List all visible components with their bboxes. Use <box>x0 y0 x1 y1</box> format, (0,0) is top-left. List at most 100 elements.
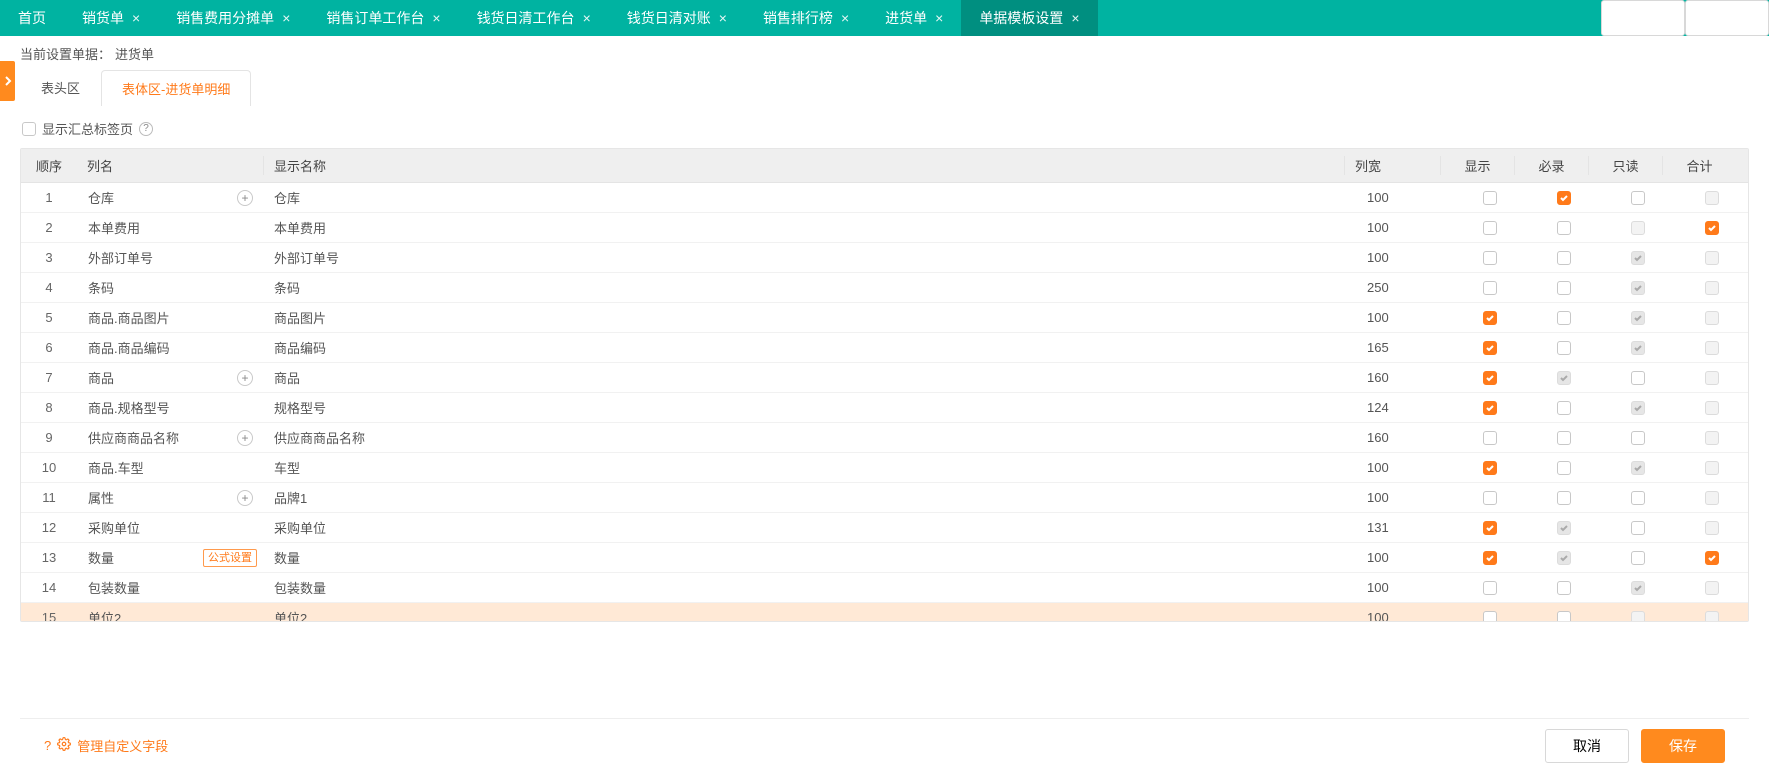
table-row[interactable]: 12采购单位采购单位131 <box>21 513 1748 543</box>
table-row[interactable]: 10商品.车型车型100 <box>21 453 1748 483</box>
cell-width[interactable]: 100 <box>1356 610 1452 621</box>
cell-width[interactable]: 100 <box>1356 220 1452 235</box>
top-tab[interactable]: 销售费用分摊单× <box>158 0 308 36</box>
cell-width[interactable]: 100 <box>1356 580 1452 595</box>
close-all-button[interactable] <box>1601 0 1685 36</box>
top-tab[interactable]: 进货单× <box>867 0 961 36</box>
readonly-checkbox[interactable] <box>1631 431 1645 445</box>
required-checkbox[interactable] <box>1557 281 1571 295</box>
top-tab[interactable]: 销售订单工作台× <box>308 0 458 36</box>
add-icon[interactable]: + <box>237 190 253 206</box>
cell-display-name[interactable]: 商品 <box>263 368 1356 387</box>
show-checkbox[interactable] <box>1483 251 1497 265</box>
cell-width[interactable]: 131 <box>1356 520 1452 535</box>
top-tab[interactable]: 销售排行榜× <box>745 0 867 36</box>
close-icon[interactable]: × <box>935 11 943 25</box>
summary-checkbox[interactable] <box>22 122 36 136</box>
table-body[interactable]: 1仓库+仓库1002本单费用本单费用1003外部订单号外部订单号1004条码条码… <box>21 183 1748 621</box>
close-icon[interactable]: × <box>841 11 849 25</box>
close-icon[interactable]: × <box>132 11 140 25</box>
save-button[interactable]: 保存 <box>1641 729 1725 763</box>
expand-handle[interactable] <box>0 61 15 101</box>
formula-settings-tag[interactable]: 公式设置 <box>203 549 257 567</box>
top-tab[interactable]: 单据模板设置× <box>961 0 1097 36</box>
total-checkbox[interactable] <box>1705 221 1719 235</box>
required-checkbox[interactable] <box>1557 311 1571 325</box>
add-icon[interactable]: + <box>237 430 253 446</box>
cell-display-name[interactable]: 车型 <box>263 458 1356 477</box>
show-checkbox[interactable] <box>1483 611 1497 621</box>
cell-display-name[interactable]: 单位2 <box>263 608 1356 621</box>
required-checkbox[interactable] <box>1557 581 1571 595</box>
cell-width[interactable]: 100 <box>1356 190 1452 205</box>
cell-width[interactable]: 124 <box>1356 400 1452 415</box>
show-checkbox[interactable] <box>1483 401 1497 415</box>
cell-width[interactable]: 160 <box>1356 430 1452 445</box>
required-checkbox[interactable] <box>1557 461 1571 475</box>
readonly-checkbox[interactable] <box>1631 521 1645 535</box>
help-icon[interactable]: ? <box>139 122 153 136</box>
readonly-checkbox[interactable] <box>1631 191 1645 205</box>
show-checkbox[interactable] <box>1483 581 1497 595</box>
total-checkbox[interactable] <box>1705 551 1719 565</box>
cell-display-name[interactable]: 包装数量 <box>263 578 1356 597</box>
table-row[interactable]: 5商品.商品图片商品图片100 <box>21 303 1748 333</box>
table-row[interactable]: 8商品.规格型号规格型号124 <box>21 393 1748 423</box>
cell-display-name[interactable]: 本单费用 <box>263 218 1356 237</box>
required-checkbox[interactable] <box>1557 251 1571 265</box>
cell-width[interactable]: 100 <box>1356 490 1452 505</box>
readonly-checkbox[interactable] <box>1631 551 1645 565</box>
show-checkbox[interactable] <box>1483 521 1497 535</box>
cell-display-name[interactable]: 商品编码 <box>263 338 1356 357</box>
cell-width[interactable]: 100 <box>1356 250 1452 265</box>
close-icon[interactable]: × <box>1071 11 1079 25</box>
cell-display-name[interactable]: 条码 <box>263 278 1356 297</box>
cell-width[interactable]: 100 <box>1356 550 1452 565</box>
cell-display-name[interactable]: 仓库 <box>263 188 1356 207</box>
required-checkbox[interactable] <box>1557 611 1571 621</box>
manage-custom-fields-link[interactable]: ? 管理自定义字段 <box>44 736 168 755</box>
show-checkbox[interactable] <box>1483 191 1497 205</box>
cancel-button[interactable]: 取消 <box>1545 729 1629 763</box>
cell-display-name[interactable]: 供应商商品名称 <box>263 428 1356 447</box>
cell-display-name[interactable]: 商品图片 <box>263 308 1356 327</box>
cell-width[interactable]: 250 <box>1356 280 1452 295</box>
table-row[interactable]: 1仓库+仓库100 <box>21 183 1748 213</box>
close-icon[interactable]: × <box>583 11 591 25</box>
close-icon[interactable]: × <box>282 11 290 25</box>
readonly-checkbox[interactable] <box>1631 371 1645 385</box>
top-tab[interactable]: 销货单× <box>64 0 158 36</box>
cell-display-name[interactable]: 规格型号 <box>263 398 1356 417</box>
table-row[interactable]: 2本单费用本单费用100 <box>21 213 1748 243</box>
show-checkbox[interactable] <box>1483 461 1497 475</box>
required-checkbox[interactable] <box>1557 191 1571 205</box>
required-checkbox[interactable] <box>1557 491 1571 505</box>
inner-tab[interactable]: 表体区-进货单明细 <box>101 70 251 106</box>
show-checkbox[interactable] <box>1483 491 1497 505</box>
show-checkbox[interactable] <box>1483 281 1497 295</box>
add-icon[interactable]: + <box>237 370 253 386</box>
required-checkbox[interactable] <box>1557 221 1571 235</box>
required-checkbox[interactable] <box>1557 341 1571 355</box>
table-row[interactable]: 6商品.商品编码商品编码165 <box>21 333 1748 363</box>
show-checkbox[interactable] <box>1483 221 1497 235</box>
cell-display-name[interactable]: 采购单位 <box>263 518 1356 537</box>
top-tab[interactable]: 钱货日清对账× <box>609 0 745 36</box>
cell-display-name[interactable]: 外部订单号 <box>263 248 1356 267</box>
required-checkbox[interactable] <box>1557 401 1571 415</box>
show-checkbox[interactable] <box>1483 551 1497 565</box>
readonly-checkbox[interactable] <box>1631 491 1645 505</box>
required-checkbox[interactable] <box>1557 431 1571 445</box>
cell-width[interactable]: 160 <box>1356 370 1452 385</box>
table-row[interactable]: 3外部订单号外部订单号100 <box>21 243 1748 273</box>
inner-tab[interactable]: 表头区 <box>20 69 101 105</box>
table-row[interactable]: 4条码条码250 <box>21 273 1748 303</box>
cell-display-name[interactable]: 品牌1 <box>263 488 1356 507</box>
fullscreen-button[interactable] <box>1685 0 1769 36</box>
table-row[interactable]: 7商品+商品160 <box>21 363 1748 393</box>
cell-width[interactable]: 100 <box>1356 460 1452 475</box>
cell-width[interactable]: 165 <box>1356 340 1452 355</box>
show-checkbox[interactable] <box>1483 311 1497 325</box>
top-tab[interactable]: 钱货日清工作台× <box>459 0 609 36</box>
top-tab[interactable]: 首页 <box>0 0 64 36</box>
